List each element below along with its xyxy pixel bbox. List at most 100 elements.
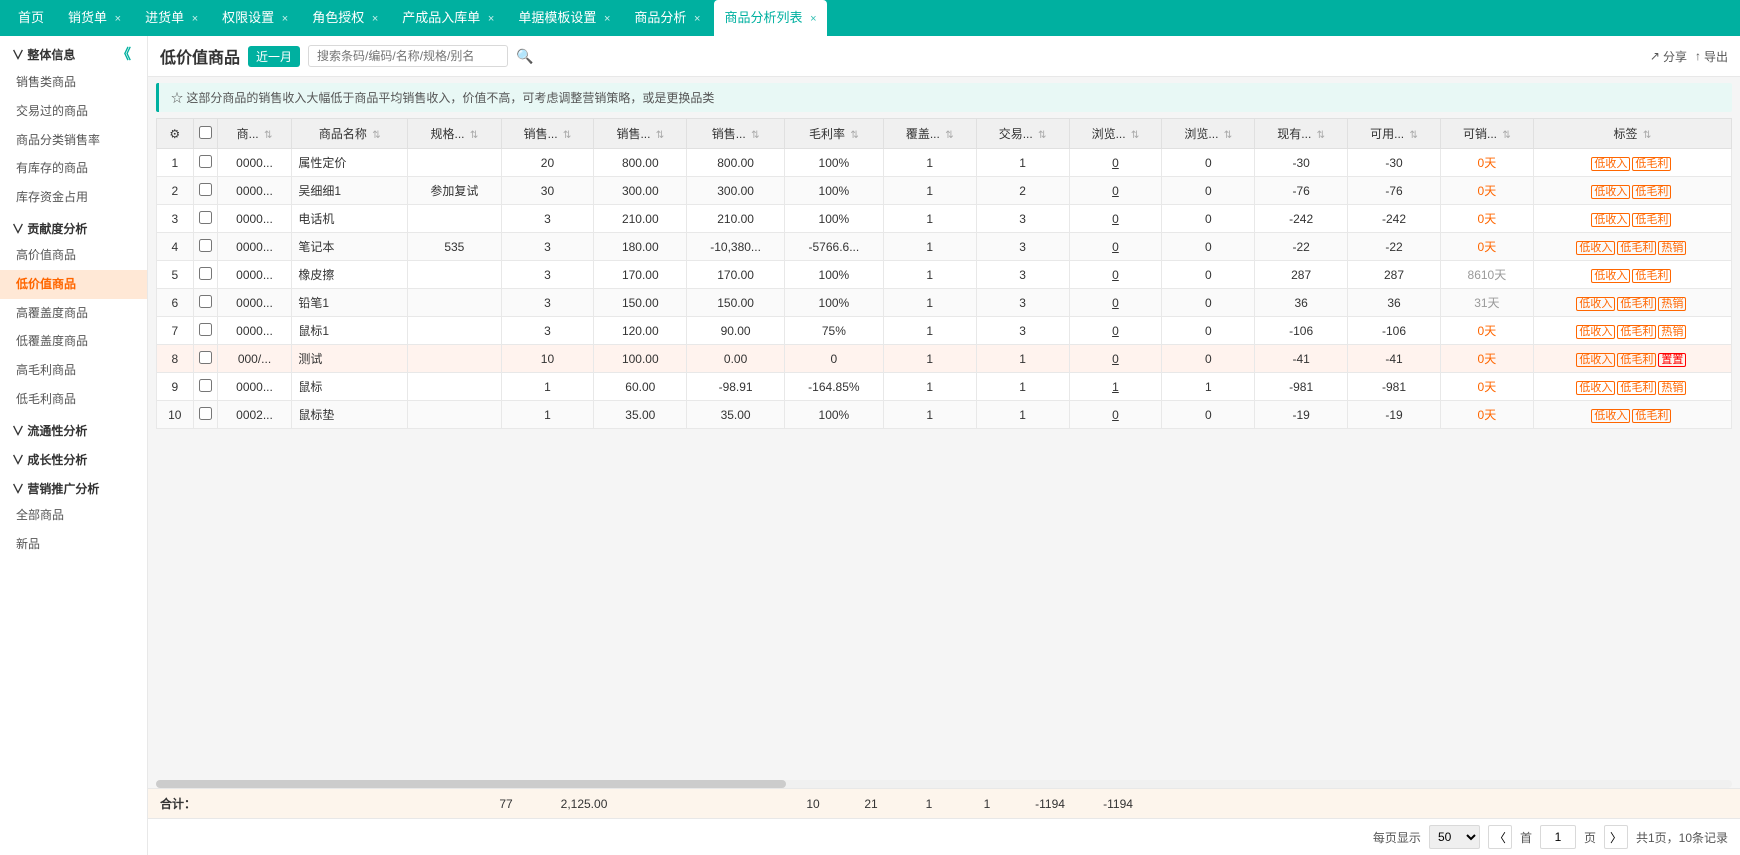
col-available[interactable]: 可用... ⇅ [1348,119,1441,149]
col-tags[interactable]: 标签 ⇅ [1533,119,1731,149]
col-spec[interactable]: 规格... ⇅ [408,119,501,149]
cell-browse1[interactable]: 1 [1069,373,1162,401]
sidebar-item-high-value[interactable]: 高价值商品 [0,241,147,270]
nav-permissions[interactable]: 权限设置 × [212,0,298,36]
cell-trade: 3 [976,317,1069,345]
sidebar-item-high-coverage[interactable]: 高覆盖度商品 [0,299,147,328]
col-sales-profit[interactable]: 销售... ⇅ [687,119,785,149]
sidebar-item-high-profit[interactable]: 高毛利商品 [0,356,147,385]
sidebar-item-low-coverage[interactable]: 低覆盖度商品 [0,327,147,356]
cell-sales-amt: 35.00 [594,401,687,429]
cell-trade: 1 [976,373,1069,401]
per-page-select[interactable]: 50 100 200 [1429,825,1480,849]
cell-checkbox[interactable] [193,233,217,261]
cell-checkbox[interactable] [193,317,217,345]
sidebar-group-marketing[interactable]: ∨ 营销推广分析 [0,472,147,501]
nav-sales[interactable]: 销货单 × [58,0,131,36]
cell-browse1[interactable]: 0 [1069,317,1162,345]
col-name[interactable]: 商品名称 ⇅ [292,119,408,149]
sidebar-group-growth[interactable]: ∨ 成长性分析 [0,443,147,472]
col-coverage[interactable]: 覆盖... ⇅ [883,119,976,149]
sidebar-item-stock-products[interactable]: 有库存的商品 [0,154,147,183]
next-page-btn[interactable]: 〉 [1604,825,1628,849]
page-number-input[interactable] [1540,825,1576,849]
export-btn[interactable]: ↑ 导出 [1695,48,1728,65]
cell-saleable: 8610天 [1440,261,1533,289]
cell-name: 铅笔1 [292,289,408,317]
cell-sales-profit: 170.00 [687,261,785,289]
filter-recent-month-btn[interactable]: 近一月 [248,46,300,67]
cell-browse1[interactable]: 0 [1069,177,1162,205]
sidebar-item-low-value[interactable]: 低价值商品 [0,270,147,299]
col-browse2[interactable]: 浏览... ⇅ [1162,119,1255,149]
nav-roles[interactable]: 角色授权 × [302,0,388,36]
cell-browse1[interactable]: 0 [1069,149,1162,177]
nav-products-in[interactable]: 产成品入库单 × [392,0,504,36]
cell-checkbox[interactable] [193,345,217,373]
cell-checkbox[interactable] [193,401,217,429]
cell-current-stock: -22 [1255,233,1348,261]
col-saleable[interactable]: 可销... ⇅ [1440,119,1533,149]
nav-home[interactable]: 首页 [8,0,54,36]
sidebar-item-capital[interactable]: 库存资金占用 [0,183,147,212]
nav-purchase[interactable]: 进货单 × [135,0,208,36]
col-sales-amt[interactable]: 销售... ⇅ [594,119,687,149]
cell-browse2: 0 [1162,345,1255,373]
collapse-icon[interactable]: 《 [117,44,131,64]
horizontal-scrollbar[interactable] [156,780,1732,788]
first-page-btn[interactable]: 〈 [1488,825,1512,849]
nav-analysis-list[interactable]: 商品分析列表 × [714,0,826,36]
cell-no: 10 [157,401,194,429]
cell-checkbox[interactable] [193,289,217,317]
cell-checkbox[interactable] [193,205,217,233]
sidebar-group-flow[interactable]: ∨ 流通性分析 [0,414,147,443]
select-all-checkbox[interactable] [199,126,212,139]
nav-templates[interactable]: 单据模板设置 × [508,0,620,36]
sidebar-item-low-profit[interactable]: 低毛利商品 [0,385,147,414]
cell-browse1[interactable]: 0 [1069,205,1162,233]
cell-checkbox[interactable] [193,261,217,289]
search-input[interactable] [308,45,508,67]
cell-browse1[interactable]: 0 [1069,401,1162,429]
col-sales-qty[interactable]: 销售... ⇅ [501,119,594,149]
sidebar-group-contribution[interactable]: ∨ 贡献度分析 [0,212,147,241]
cell-checkbox[interactable] [193,177,217,205]
sidebar-group-overall[interactable]: ∨ 整体信息 《 [0,36,147,68]
cell-no: 3 [157,205,194,233]
sidebar-item-category-rate[interactable]: 商品分类销售率 [0,126,147,155]
cell-gross-rate: 100% [784,149,883,177]
col-checkbox[interactable] [193,119,217,149]
sidebar-item-traded[interactable]: 交易过的商品 [0,97,147,126]
cell-no: 7 [157,317,194,345]
cell-trade: 2 [976,177,1069,205]
cell-current-stock: -981 [1255,373,1348,401]
footer-sales-qty: 77 [476,797,536,811]
cell-checkbox[interactable] [193,373,217,401]
cell-browse1[interactable]: 0 [1069,261,1162,289]
col-browse1[interactable]: 浏览... ⇅ [1069,119,1162,149]
col-settings[interactable]: ⚙ [157,119,194,149]
col-gross-rate[interactable]: 毛利率 ⇅ [784,119,883,149]
sidebar-item-sales-products[interactable]: 销售类商品 [0,68,147,97]
col-trade[interactable]: 交易... ⇅ [976,119,1069,149]
sidebar-item-new-products[interactable]: 新品 [0,530,147,559]
cell-browse2: 1 [1162,373,1255,401]
cell-browse2: 0 [1162,261,1255,289]
sidebar-item-all-products[interactable]: 全部商品 [0,501,147,530]
scrollbar-thumb[interactable] [156,780,786,788]
cell-browse1[interactable]: 0 [1069,289,1162,317]
col-code[interactable]: 商... ⇅ [217,119,292,149]
cell-no: 6 [157,289,194,317]
nav-analysis[interactable]: 商品分析 × [624,0,710,36]
cell-browse1[interactable]: 0 [1069,233,1162,261]
cell-browse1[interactable]: 0 [1069,345,1162,373]
cell-sales-profit: 210.00 [687,205,785,233]
col-current-stock[interactable]: 现有... ⇅ [1255,119,1348,149]
cell-spec [408,345,501,373]
search-btn[interactable]: 🔍 [516,48,533,65]
table-wrapper[interactable]: ⚙ 商... ⇅ 商品名称 ⇅ 规格... ⇅ 销售... ⇅ 销售... ⇅ … [156,118,1732,780]
cell-name: 橡皮擦 [292,261,408,289]
cell-checkbox[interactable] [193,149,217,177]
cell-coverage: 1 [883,233,976,261]
share-btn[interactable]: ↗ 分享 [1650,48,1687,65]
